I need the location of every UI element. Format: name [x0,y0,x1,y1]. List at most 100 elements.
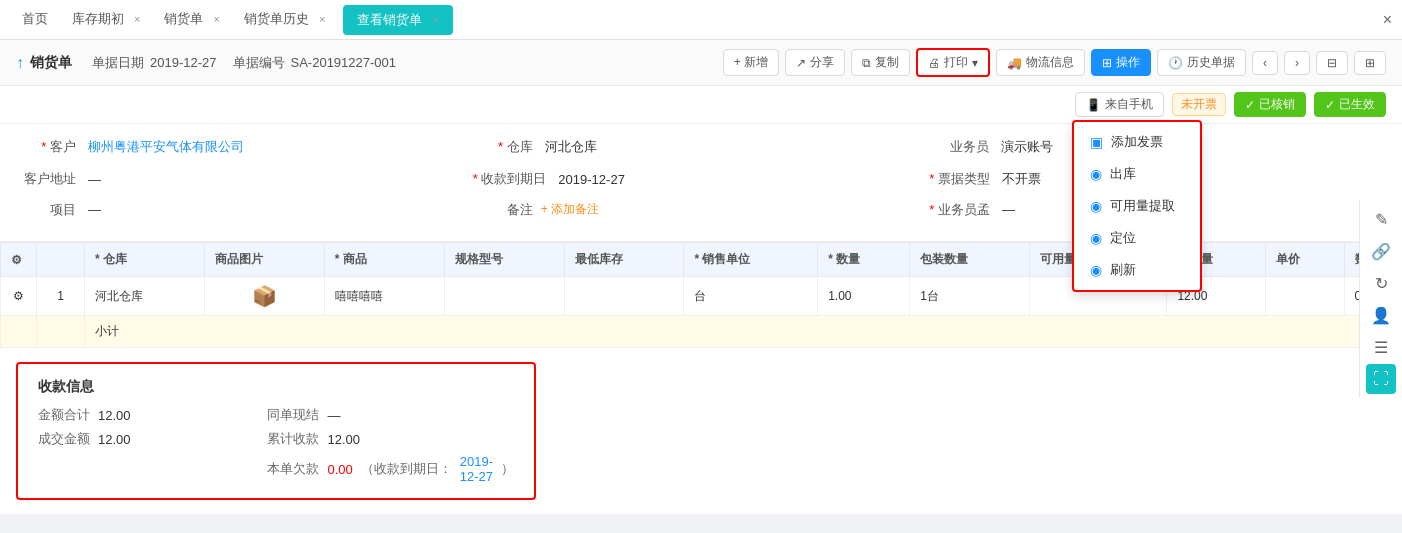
history-icon: 🕐 [1168,56,1183,70]
outstanding-date: 2019-12-27 [460,454,493,484]
menu-outbound[interactable]: ◉ 出库 [1074,158,1200,190]
sidebar-list-icon[interactable]: ☰ [1366,332,1396,362]
menu-add-invoice[interactable]: ▣ 添加发票 [1074,126,1200,158]
next-button[interactable]: › [1284,51,1310,75]
col-min-stock: 最低库存 [564,243,684,277]
warehouse-field: * 仓库 河北仓库 [473,136,930,158]
col-product-img: 商品图片 [204,243,324,277]
doc-number-field: 单据编号 SA-20191227-001 [233,54,397,72]
tab-inventory-init[interactable]: 库存期初 × [60,0,152,40]
outstanding-suffix2: ） [501,460,514,478]
ticket-type-label: * 票据类型 [929,170,990,188]
cell-settings[interactable]: ⚙ [1,277,37,316]
address-value: — [84,170,105,189]
doc-number-value: SA-20191227-001 [291,55,397,70]
confirm-button[interactable]: ✓ 已核销 [1234,92,1306,117]
grid-view-button[interactable]: ⊟ [1316,51,1348,75]
col-pack-qty: 包装数量 [910,243,1030,277]
copy-button[interactable]: ⧉ 复制 [851,49,910,76]
sidebar-edit-icon[interactable]: ✎ [1366,204,1396,234]
ticket-type-value: 不开票 [998,168,1045,190]
close-tab-inventory[interactable]: × [134,13,140,25]
outstanding-suffix: （收款到期日： [361,460,452,478]
cell-unit-price [1266,277,1344,316]
sidebar-fullscreen-icon[interactable]: ⛶ [1366,364,1396,394]
menu-locate[interactable]: ◉ 定位 [1074,222,1200,254]
customer-value[interactable]: 柳州粤港平安气体有限公司 [84,136,248,158]
cell-unit: 台 [684,277,818,316]
col-settings: ⚙ [1,243,37,277]
cell-num: 1 [37,277,85,316]
print-button[interactable]: 🖨 打印 ▾ [916,48,990,77]
sidebar-refresh-icon[interactable]: ↻ [1366,268,1396,298]
summary-deal-amount: 成交金额 12.00 [38,430,237,448]
summary-total-received: 累计收款 12.00 [267,430,514,448]
col-product: * 商品 [324,243,444,277]
cell-quantity: 1.00 [818,277,910,316]
salesperson-label: 业务员 [929,138,989,156]
same-settlement-label: 同单现结 [267,406,319,424]
doc-date-label: 单据日期 [92,54,144,72]
close-tab-view[interactable]: × [432,14,438,26]
copy-icon: ⧉ [862,56,871,70]
right-sidebar: ✎ 🔗 ↻ 👤 ☰ ⛶ [1359,200,1402,398]
cell-product-img: 📦 [204,277,324,316]
total-amount-value: 12.00 [98,408,131,423]
sidebar-link-icon[interactable]: 🔗 [1366,236,1396,266]
tab-bar: 首页 库存期初 × 销货单 × 销货单历史 × 查看销货单 × × [0,0,1402,40]
summary-total-amount: 金额合计 12.00 [38,406,237,424]
window-close-button[interactable]: × [1383,11,1392,29]
total-amount-label: 金额合计 [38,406,90,424]
available-qty-icon: ◉ [1090,198,1102,214]
history-button[interactable]: 🕐 历史单据 [1157,49,1246,76]
operations-button[interactable]: ⊞ 操作 [1091,49,1151,76]
menu-available-qty[interactable]: ◉ 可用量提取 [1074,190,1200,222]
tab-sales-history[interactable]: 销货单历史 × [232,0,337,40]
check-icon: ✓ [1245,98,1255,112]
outstanding-value: 0.00 [327,462,352,477]
locate-icon: ◉ [1090,230,1102,246]
cell-min-stock [564,277,684,316]
customer-label: * 客户 [16,138,76,156]
tab-home[interactable]: 首页 [10,0,60,40]
document-header: ↑ 销货单 单据日期 2019-12-27 单据编号 SA-20191227-0… [0,40,1402,86]
outbound-icon: ◉ [1090,166,1102,182]
toolbar: + 新增 ↗ 分享 ⧉ 复制 🖨 打印 ▾ 🚚 物流信息 ⊞ 操作 [723,48,1386,77]
col-unit: * 销售单位 [684,243,818,277]
from-phone-button[interactable]: 📱 来自手机 [1075,92,1164,117]
share-button[interactable]: ↗ 分享 [785,49,845,76]
same-settlement-value: — [327,408,340,423]
tab-view-sales[interactable]: 查看销货单 × [343,5,452,35]
summary-box: 收款信息 金额合计 12.00 同单现结 — 成交金额 12.00 累计收款 1… [16,362,536,500]
salesperson2-value: — [998,200,1019,219]
logistics-button[interactable]: 🚚 物流信息 [996,49,1085,76]
prev-button[interactable]: ‹ [1252,51,1278,75]
add-remark-button[interactable]: + 添加备注 [541,201,599,218]
summary-same-settlement: 同单现结 — [267,406,514,424]
subtotal-empty [1,316,37,348]
doc-date-value: 2019-12-27 [150,55,217,70]
summary-title: 收款信息 [38,378,514,396]
col-quantity: * 数量 [818,243,910,277]
deal-amount-value: 12.00 [98,432,131,447]
cell-spec [444,277,564,316]
project-field: 项目 — [16,200,473,219]
tab-sales-order[interactable]: 销货单 × [152,0,231,40]
sidebar-user-icon[interactable]: 👤 [1366,300,1396,330]
refresh-icon: ◉ [1090,262,1102,278]
doc-date-field: 单据日期 2019-12-27 [92,54,217,72]
close-tab-sales[interactable]: × [213,13,219,25]
warehouse-label: * 仓库 [473,138,533,156]
doc-type-icon: ↑ [16,54,24,72]
menu-refresh[interactable]: ◉ 刷新 [1074,254,1200,286]
close-tab-history[interactable]: × [319,13,325,25]
total-received-label: 累计收款 [267,430,319,448]
new-button[interactable]: + 新增 [723,49,779,76]
share-icon: ↗ [796,56,806,70]
payment-date-label: * 收款到期日 [473,170,547,188]
doc-type-label: 销货单 [30,54,72,72]
list-view-button[interactable]: ⊞ [1354,51,1386,75]
col-unit-price: 单价 [1266,243,1344,277]
effective-button[interactable]: ✓ 已生效 [1314,92,1386,117]
subtotal-empty2 [37,316,85,348]
